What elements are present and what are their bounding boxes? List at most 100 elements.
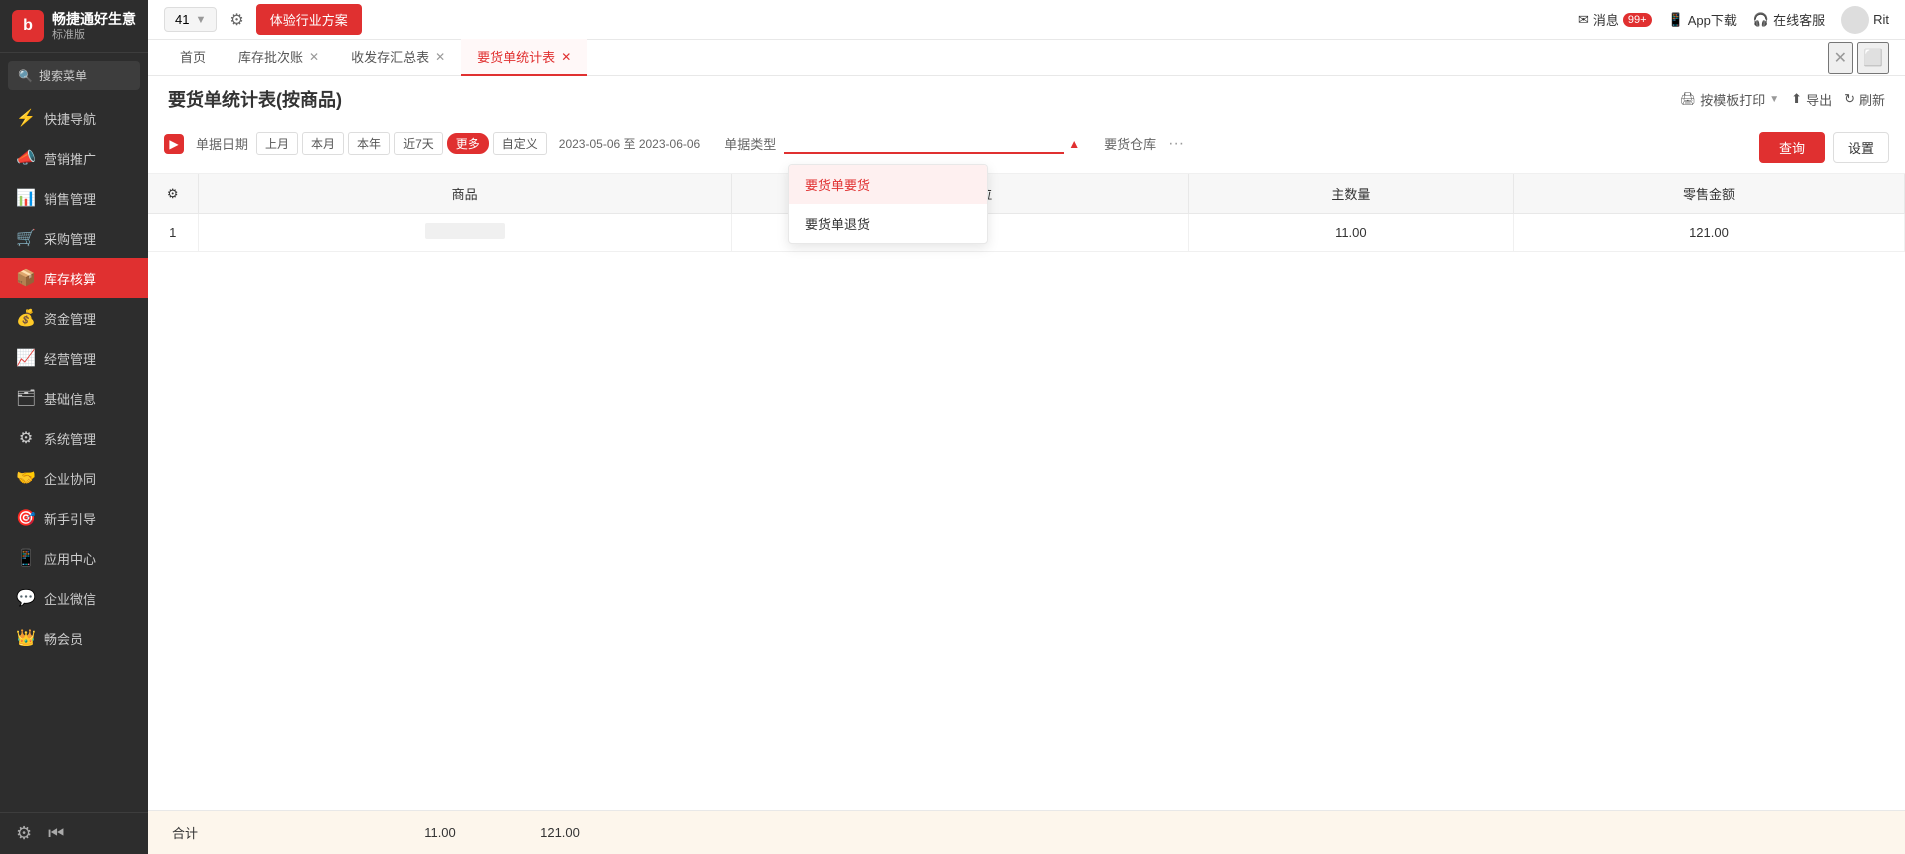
table-row: 1 块 11.00 121.00	[148, 214, 1905, 252]
row-product	[198, 214, 731, 252]
store-selector[interactable]: 41 ▼	[164, 7, 217, 32]
refresh-icon: ↻	[1844, 91, 1855, 107]
print-dropdown-icon: ▼	[1769, 94, 1779, 105]
maximize-tab-button[interactable]: ⬜	[1857, 42, 1889, 74]
app-center-icon: 📱	[16, 548, 36, 568]
filter-expand-button[interactable]: ▶	[164, 134, 184, 154]
type-select-input[interactable]	[784, 133, 1064, 154]
sidebar-item-inventory[interactable]: 📦 库存核算	[0, 258, 148, 298]
row-amount[interactable]: 121.00	[1513, 214, 1904, 252]
sidebar-item-label: 资金管理	[44, 309, 96, 328]
sidebar-item-basic[interactable]: 🗂 基础信息	[0, 378, 148, 418]
system-icon: ⚙	[16, 428, 36, 448]
wechat-icon: 💬	[16, 588, 36, 608]
topbar: 41 ▼ ⚙ 体验行业方案 ✉ 消息 99+ 📱 App下载 🎧 在线客服 R	[148, 0, 1905, 40]
close-all-tabs-button[interactable]: ✕	[1828, 42, 1853, 74]
sidebar-item-guide[interactable]: 🎯 新手引导	[0, 498, 148, 538]
tabs-bar-right: ✕ ⬜	[1828, 42, 1889, 74]
date-shortcuts: 上月 本月 本年 近7天 更多 自定义	[256, 132, 547, 155]
tab-inventory-batch[interactable]: 库存批次账 ✕	[222, 39, 335, 76]
collapse-icon[interactable]: ⏮	[48, 823, 64, 844]
sidebar-search[interactable]: 🔍 搜索菜单	[8, 61, 140, 90]
dropdown-item-order-return[interactable]: 要货单退货	[789, 204, 987, 243]
table-footer: 合计 11.00 121.00	[148, 810, 1905, 854]
footer-amount: 121.00	[500, 825, 620, 840]
sidebar-item-enterprise[interactable]: 🤝 企业协同	[0, 458, 148, 498]
table-gear-icon[interactable]: ⚙	[167, 186, 179, 201]
online-service-button[interactable]: 🎧 在线客服	[1753, 10, 1825, 29]
purchase-icon: 🛒	[16, 228, 36, 248]
message-icon: ✉	[1578, 12, 1589, 28]
date-filter-label: 单据日期	[196, 134, 248, 153]
user-avatar-button[interactable]: Rit	[1841, 6, 1889, 34]
search-icon: 🔍	[18, 69, 33, 83]
sidebar-item-quick-nav[interactable]: ⚡ 快捷导航	[0, 98, 148, 138]
app-logo: b 畅捷通好生意 标准版	[0, 0, 148, 53]
basic-icon: 🗂	[16, 388, 36, 408]
trial-button[interactable]: 体验行业方案	[256, 4, 362, 35]
th-product: 商品	[198, 174, 731, 214]
last-7-days-btn[interactable]: 近7天	[394, 132, 443, 155]
sidebar-item-member[interactable]: 👑 畅会员	[0, 618, 148, 658]
message-button[interactable]: ✉ 消息 99+	[1578, 10, 1652, 29]
sidebar-item-app-center[interactable]: 📱 应用中心	[0, 538, 148, 578]
tab-receivables[interactable]: 收发存汇总表 ✕	[335, 39, 461, 76]
row-quantity[interactable]: 11.00	[1188, 214, 1513, 252]
sales-icon: 📊	[16, 188, 36, 208]
sidebar-item-label: 畅会员	[44, 629, 83, 648]
this-year-btn[interactable]: 本年	[348, 132, 390, 155]
type-select-arrow-up[interactable]: ▲	[1068, 137, 1080, 151]
refresh-button[interactable]: ↻ 刷新	[1844, 90, 1885, 109]
type-select-wrapper: ▲	[784, 133, 1080, 154]
settings-icon[interactable]: ⚙	[16, 823, 32, 844]
sidebar-item-sales[interactable]: 📊 销售管理	[0, 178, 148, 218]
filter-settings-button[interactable]: 设置	[1833, 132, 1889, 163]
more-date-btn[interactable]: 更多	[447, 133, 489, 154]
amount-value: 121.00	[1689, 225, 1729, 240]
topbar-gear-icon[interactable]: ⚙	[229, 10, 243, 30]
store-dropdown-icon: ▼	[195, 14, 206, 26]
sidebar-item-label: 基础信息	[44, 389, 96, 408]
enterprise-icon: 🤝	[16, 468, 36, 488]
tab-order-stats[interactable]: 要货单统计表 ✕	[461, 39, 587, 76]
sidebar-item-finance[interactable]: 💰 资金管理	[0, 298, 148, 338]
table-area: ⚙ 商品 主计量单位 主数量 零售金额 1 块	[148, 174, 1905, 810]
sidebar-item-label: 销售管理	[44, 189, 96, 208]
sidebar-item-label: 企业协同	[44, 469, 96, 488]
sidebar-item-system[interactable]: ⚙ 系统管理	[0, 418, 148, 458]
th-amount: 零售金额	[1513, 174, 1904, 214]
type-filter-label: 单据类型	[724, 134, 776, 153]
app-download-button[interactable]: 📱 App下载	[1668, 10, 1737, 29]
tab-close-order-stats[interactable]: ✕	[561, 50, 571, 64]
sidebar-item-label: 库存核算	[44, 269, 96, 288]
sidebar-item-purchase[interactable]: 🛒 采购管理	[0, 218, 148, 258]
tab-close-inventory-batch[interactable]: ✕	[309, 50, 319, 64]
custom-date-btn[interactable]: 自定义	[493, 132, 547, 155]
page-wrapper: 要货单统计表(按商品) 🖨 按模板打印 ▼ ⬆ 导出 ↻ 刷新 ▶	[148, 76, 1905, 854]
sidebar-item-operations[interactable]: 📈 经营管理	[0, 338, 148, 378]
export-button[interactable]: ⬆ 导出	[1791, 90, 1832, 109]
search-label: 搜索菜单	[39, 67, 87, 84]
topbar-right: ✉ 消息 99+ 📱 App下载 🎧 在线客服 Rit	[1578, 6, 1889, 34]
sidebar-item-wechat[interactable]: 💬 企业微信	[0, 578, 148, 618]
last-month-btn[interactable]: 上月	[256, 132, 298, 155]
query-button[interactable]: 查询	[1759, 132, 1825, 163]
operations-icon: 📈	[16, 348, 36, 368]
tab-close-receivables[interactable]: ✕	[435, 50, 445, 64]
online-service-label: 在线客服	[1773, 10, 1825, 29]
this-month-btn[interactable]: 本月	[302, 132, 344, 155]
guide-icon: 🎯	[16, 508, 36, 528]
footer-quantity: 11.00	[380, 825, 500, 840]
th-gear[interactable]: ⚙	[148, 174, 198, 214]
dropdown-item-order-request[interactable]: 要货单要货	[789, 165, 987, 204]
avatar	[1841, 6, 1869, 34]
footer-total-label: 合计	[172, 826, 198, 841]
tabs-bar: 首页 库存批次账 ✕ 收发存汇总表 ✕ 要货单统计表 ✕ ✕ ⬜	[148, 40, 1905, 76]
type-dropdown: 要货单要货 要货单退货	[788, 164, 988, 244]
sidebar-item-marketing[interactable]: 📣 营销推广	[0, 138, 148, 178]
warehouse-dots-button[interactable]: ···	[1168, 135, 1184, 153]
message-badge: 99+	[1623, 13, 1652, 27]
tab-home[interactable]: 首页	[164, 39, 222, 76]
print-template-button[interactable]: 🖨 按模板打印 ▼	[1680, 90, 1779, 109]
topbar-left: 41 ▼ ⚙ 体验行业方案	[164, 4, 362, 35]
